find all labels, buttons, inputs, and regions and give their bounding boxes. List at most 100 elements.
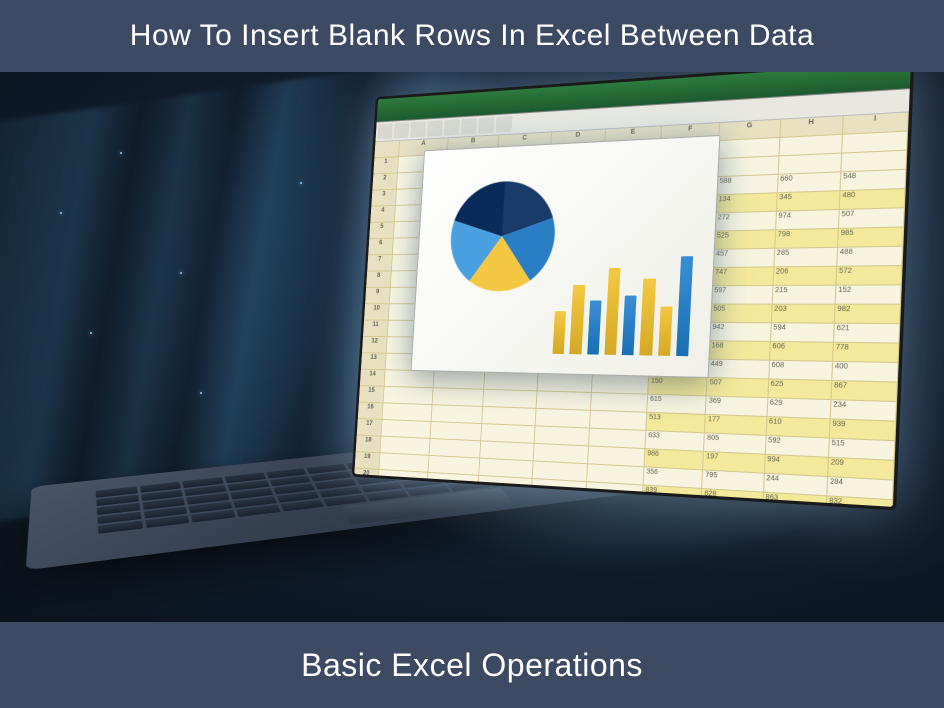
spreadsheet-cell: 11 (363, 321, 389, 338)
spreadsheet-cell: 863 (763, 493, 827, 511)
toolbar-button (427, 120, 443, 136)
toolbar-button (478, 117, 495, 134)
spreadsheet-cell: 778 (833, 343, 900, 363)
spreadsheet-cell: 12 (362, 337, 388, 354)
toolbar-button (410, 121, 426, 137)
spreadsheet-cell: 505 (711, 305, 773, 324)
spreadsheet-cell: 1 (373, 157, 399, 174)
spreadsheet-cell: 828 (702, 489, 764, 510)
bar (570, 284, 585, 354)
spreadsheet-cell: 152 (835, 285, 901, 304)
bar (604, 268, 620, 355)
laptop-illustration: ABCDEFGHI1235725886605484592134345480512… (50, 162, 900, 622)
bar (640, 279, 656, 356)
spreadsheet-cell (483, 390, 537, 409)
toolbar-button (377, 123, 393, 139)
toolbar-button (496, 116, 513, 133)
spreadsheet-cell: 974 (776, 210, 840, 230)
spreadsheet-cell: 4 (370, 206, 396, 223)
spreadsheet-cell: 206 (773, 267, 837, 286)
spreadsheet-cell: 982 (835, 305, 901, 324)
bar-chart-icon (553, 245, 694, 356)
laptop-screen: ABCDEFGHI1235725886605484592134345480512… (352, 72, 915, 510)
spreadsheet-cell (778, 154, 842, 175)
spreadsheet-cell: 132 (642, 504, 702, 511)
spreadsheet-cell: 488 (837, 247, 903, 267)
spreadsheet-cell (484, 373, 538, 392)
bar (553, 311, 567, 354)
spreadsheet-cell: 2 (372, 173, 398, 190)
spreadsheet-cell: 8 (366, 271, 392, 288)
spreadsheet-cell: 272 (715, 212, 777, 232)
spreadsheet-cell: 16 (358, 402, 384, 419)
spreadsheet-cell (432, 405, 484, 424)
spreadsheet-cell (591, 393, 649, 413)
spreadsheet-cell: 513 (646, 413, 706, 434)
spreadsheet-cell: 548 (840, 170, 906, 191)
spreadsheet-cell (433, 388, 485, 407)
spreadsheet-cell: 747 (712, 267, 774, 286)
spreadsheet-cell: 798 (775, 229, 839, 249)
spreadsheet-cell: 345 (777, 191, 841, 212)
spreadsheet-cell: 150 (648, 377, 708, 397)
spreadsheet-cell: 507 (707, 378, 769, 398)
sparkle (120, 152, 122, 154)
spreadsheet-cell (718, 156, 779, 177)
pie-chart-icon (442, 173, 565, 298)
bar (676, 256, 693, 356)
spreadsheet-cell: 480 (839, 189, 905, 210)
bar (622, 295, 637, 355)
spreadsheet-cell: 203 (701, 508, 763, 511)
spreadsheet-cell: 588 (717, 175, 778, 195)
spreadsheet-cell: 18 (356, 435, 382, 453)
spreadsheet-cell: 608 (769, 361, 833, 381)
spreadsheet-cell: 507 (839, 208, 905, 229)
spreadsheet-cell: 449 (708, 360, 770, 380)
spreadsheet-cell (841, 151, 907, 173)
spreadsheet-cell: 839 (643, 486, 703, 508)
toolbar-button (444, 119, 460, 135)
spreadsheet-cell: 572 (836, 266, 902, 286)
spreadsheet-cell: 594 (771, 323, 835, 342)
spreadsheet-cell: 177 (705, 415, 767, 436)
spreadsheet-cell: 985 (838, 227, 904, 247)
spreadsheet-cell: 606 (770, 342, 834, 362)
spreadsheet-cell: 625 (768, 379, 832, 400)
spreadsheet-cell: 285 (774, 248, 838, 268)
top-title-banner: How To Insert Blank Rows In Excel Betwee… (0, 0, 944, 72)
spreadsheet-cell: 203 (771, 305, 835, 324)
spreadsheet-cell: 14 (360, 370, 386, 387)
spreadsheet-cell: 215 (772, 286, 836, 305)
spreadsheet-cell: 3 (371, 190, 397, 207)
spreadsheet-cell: 168 (709, 341, 771, 360)
spreadsheet-cell: 942 (710, 323, 772, 342)
spreadsheet-cell: 134 (716, 193, 777, 213)
spreadsheet-cell: 9 (365, 288, 391, 304)
spreadsheet-cell (385, 370, 435, 388)
spreadsheet-cell: 5 (369, 222, 395, 239)
spreadsheet-cell (383, 387, 433, 405)
bottom-title-banner: Basic Excel Operations (0, 622, 944, 708)
bottom-title-text: Basic Excel Operations (301, 647, 643, 684)
spreadsheet-cell: 615 (647, 395, 707, 415)
hero-illustration: ABCDEFGHI1235725886605484592134345480512… (0, 72, 944, 622)
spreadsheet-cell (434, 371, 486, 389)
spreadsheet-cell (482, 407, 536, 426)
spreadsheet-cell (535, 409, 591, 429)
spreadsheet-cell: 10 (364, 304, 390, 320)
spreadsheet-cell (382, 403, 432, 422)
toolbar-button (461, 118, 477, 135)
spreadsheet-cell: 525 (714, 230, 776, 250)
spreadsheet-cell: 13 (361, 353, 387, 370)
spreadsheet-cell (374, 141, 400, 158)
spreadsheet-cell: 660 (777, 172, 841, 193)
spreadsheet-cell: 400 (832, 362, 899, 383)
spreadsheet-cell (536, 391, 592, 410)
spreadsheet-cell: 867 (831, 381, 898, 402)
spreadsheet-cell (537, 374, 593, 393)
spreadsheet-cell: 7 (367, 255, 393, 272)
bar (658, 306, 673, 356)
spreadsheet-cell: 621 (834, 324, 901, 344)
spreadsheet-cell (592, 375, 650, 394)
spreadsheet-cell: 15 (359, 386, 385, 403)
